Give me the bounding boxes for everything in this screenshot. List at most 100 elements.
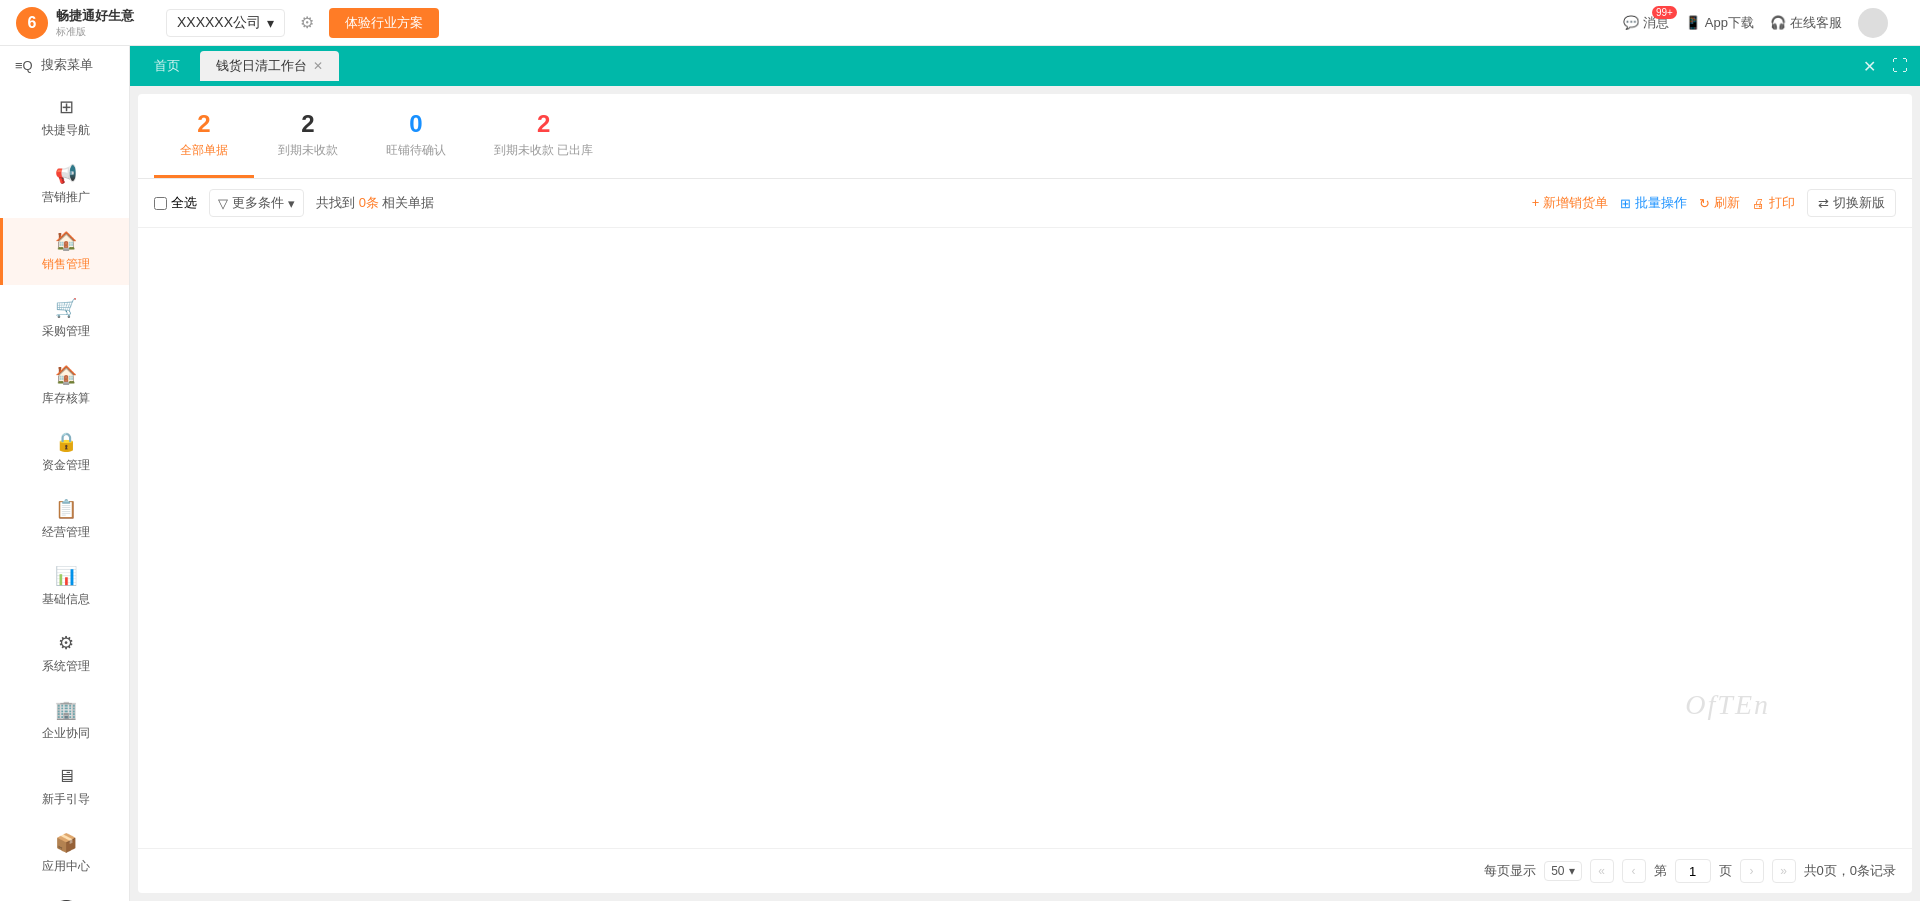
switch-version-button[interactable]: ⇄ 切换新版 <box>1807 189 1896 217</box>
chevron-down-icon: ▾ <box>1569 864 1575 878</box>
company-name-text: XXXXXX公司 <box>177 14 261 32</box>
prev-page-button[interactable]: ‹ <box>1622 859 1646 883</box>
tab-home-label: 首页 <box>154 57 180 75</box>
toolbar: 全选 ▽ 更多条件 ▾ 共找到 0条 相关单据 + 新增销货单 ⊞ 批量操作 <box>138 179 1912 228</box>
service-label: 在线客服 <box>1790 14 1842 32</box>
found-suffix: 相关单据 <box>382 195 434 210</box>
stat-num-wangpu: 0 <box>386 110 446 138</box>
system-icon: ⚙ <box>58 632 74 654</box>
logo-text: 畅捷通好生意 标准版 <box>56 7 134 39</box>
sidebar-item-inventory[interactable]: 🏠 库存核算 <box>0 352 129 419</box>
first-page-button[interactable]: « <box>1590 859 1614 883</box>
print-button[interactable]: 🖨 打印 <box>1752 194 1795 212</box>
sidebar-item-label: 基础信息 <box>42 591 90 608</box>
filter-button[interactable]: ▽ 更多条件 ▾ <box>209 189 304 217</box>
tab-close-button[interactable]: ✕ <box>1859 53 1880 80</box>
download-icon: 📱 <box>1685 15 1701 30</box>
sidebar-item-basic-info[interactable]: 📊 基础信息 <box>0 553 129 620</box>
sidebar-item-label: 应用中心 <box>42 858 90 875</box>
next-page-button[interactable]: › <box>1740 859 1764 883</box>
tab-close-icon[interactable]: ✕ <box>313 59 323 73</box>
logo-icon: 6 <box>16 7 48 39</box>
filter-label: 更多条件 <box>232 194 284 212</box>
company-area: XXXXXX公司 ▾ ⚙ 体验行业方案 <box>146 8 1623 38</box>
tab-home[interactable]: 首页 <box>138 51 196 81</box>
sidebar-item-guide[interactable]: 🖥 新手引导 <box>0 754 129 820</box>
content-area: 首页 钱货日清工作台 ✕ ✕ ⛶ 2 全部单据 2 到期未收款 <box>130 46 1920 901</box>
marketing-icon: 📢 <box>55 163 77 185</box>
stat-tab-overdue-out[interactable]: 2 到期未收款 已出库 <box>470 94 617 178</box>
print-label: 打印 <box>1769 194 1795 212</box>
sidebar-item-label: 经营管理 <box>42 524 90 541</box>
basic-info-icon: 📊 <box>55 565 77 587</box>
sidebar-item-quick-nav[interactable]: ⊞ 快捷导航 <box>0 84 129 151</box>
found-text: 共找到 0条 相关单据 <box>316 194 434 212</box>
page-label: 第 <box>1654 862 1667 880</box>
search-menu-item[interactable]: ≡Q 搜索菜单 <box>0 46 129 84</box>
add-sales-order-button[interactable]: + 新增销货单 <box>1532 194 1608 212</box>
app-center-icon: 📦 <box>55 832 77 854</box>
next-page-icon: › <box>1750 864 1754 878</box>
batch-label: 批量操作 <box>1635 194 1687 212</box>
sidebar-item-label: 库存核算 <box>42 390 90 407</box>
purchase-icon: 🛒 <box>55 297 77 319</box>
select-all-input[interactable] <box>154 197 167 210</box>
stat-num-overdue-out: 2 <box>494 110 593 138</box>
trial-button[interactable]: 体验行业方案 <box>329 8 439 38</box>
avatar[interactable] <box>1858 8 1888 38</box>
sidebar-item-system[interactable]: ⚙ 系统管理 <box>0 620 129 687</box>
sidebar-item-sales[interactable]: 🏠 销售管理 <box>0 218 129 285</box>
page-input[interactable] <box>1675 859 1711 883</box>
logo-sub: 标准版 <box>56 25 134 39</box>
total-label: 共0页，0条记录 <box>1804 862 1896 880</box>
message-badge: 99+ <box>1652 6 1677 19</box>
refresh-icon: ↻ <box>1699 196 1710 211</box>
operations-icon: 📋 <box>55 498 77 520</box>
logo-area: 6 畅捷通好生意 标准版 <box>16 7 146 39</box>
stat-tab-all[interactable]: 2 全部单据 <box>154 94 254 178</box>
inventory-icon: 🏠 <box>55 364 77 386</box>
grid-icon: ⊞ <box>59 96 74 118</box>
message-icon: 💬 <box>1623 15 1639 30</box>
sales-icon: 🏠 <box>55 230 77 252</box>
message-action[interactable]: 💬 消息 99+ <box>1623 14 1669 32</box>
company-selector[interactable]: XXXXXX公司 ▾ <box>166 9 285 37</box>
stat-tab-overdue[interactable]: 2 到期未收款 <box>254 94 362 178</box>
select-all-checkbox[interactable]: 全选 <box>154 194 197 212</box>
sidebar-item-label: 资金管理 <box>42 457 90 474</box>
sidebar-item-marketing[interactable]: 📢 营销推广 <box>0 151 129 218</box>
sidebar-item-label: 快捷导航 <box>42 122 90 139</box>
sidebar-item-cooperation[interactable]: 🏢 企业协同 <box>0 687 129 754</box>
sidebar-item-finance[interactable]: 🔒 资金管理 <box>0 419 129 486</box>
chevron-down-icon: ▾ <box>288 196 295 211</box>
sidebar: ≡Q 搜索菜单 ⊞ 快捷导航 📢 营销推广 🏠 销售管理 🛒 采购管理 🏠 库存… <box>0 46 130 901</box>
tab-expand-button[interactable]: ⛶ <box>1888 53 1912 79</box>
cooperation-icon: 🏢 <box>55 699 77 721</box>
sidebar-item-operations[interactable]: 📋 经营管理 <box>0 486 129 553</box>
last-page-icon: » <box>1780 864 1787 878</box>
found-count: 0条 <box>359 195 379 210</box>
page-content: 2 全部单据 2 到期未收款 0 旺铺待确认 2 到期未收款 已出库 <box>138 94 1912 893</box>
service-action[interactable]: 🎧 在线客服 <box>1770 14 1842 32</box>
top-header: 6 畅捷通好生意 标准版 XXXXXX公司 ▾ ⚙ 体验行业方案 💬 消息 99… <box>0 0 1920 46</box>
sidebar-item-label: 企业协同 <box>42 725 90 742</box>
sidebar-item-label: 营销推广 <box>42 189 90 206</box>
app-download-action[interactable]: 📱 App下载 <box>1685 14 1754 32</box>
sidebar-item-app-center[interactable]: 📦 应用中心 <box>0 820 129 887</box>
sidebar-item-purchase[interactable]: 🛒 采购管理 <box>0 285 129 352</box>
batch-operation-button[interactable]: ⊞ 批量操作 <box>1620 194 1687 212</box>
tab-workbench[interactable]: 钱货日清工作台 ✕ <box>200 51 339 81</box>
page-size-value: 50 <box>1551 864 1564 878</box>
refresh-button[interactable]: ↻ 刷新 <box>1699 194 1740 212</box>
page-size-select[interactable]: 50 ▾ <box>1544 861 1581 881</box>
chevron-down-icon: ▾ <box>267 15 274 31</box>
last-page-button[interactable]: » <box>1772 859 1796 883</box>
tab-bar: 首页 钱货日清工作台 ✕ ✕ ⛶ <box>130 46 1920 86</box>
stat-tab-wangpu[interactable]: 0 旺铺待确认 <box>362 94 470 178</box>
switch-icon: ⇄ <box>1818 196 1829 211</box>
stats-tabs: 2 全部单据 2 到期未收款 0 旺铺待确认 2 到期未收款 已出库 <box>138 94 1912 179</box>
sidebar-item-wechat[interactable]: 💬 企业微信 <box>0 887 129 901</box>
settings-icon[interactable]: ⚙ <box>293 9 321 37</box>
app-download-label: App下载 <box>1705 14 1754 32</box>
first-page-icon: « <box>1598 864 1605 878</box>
